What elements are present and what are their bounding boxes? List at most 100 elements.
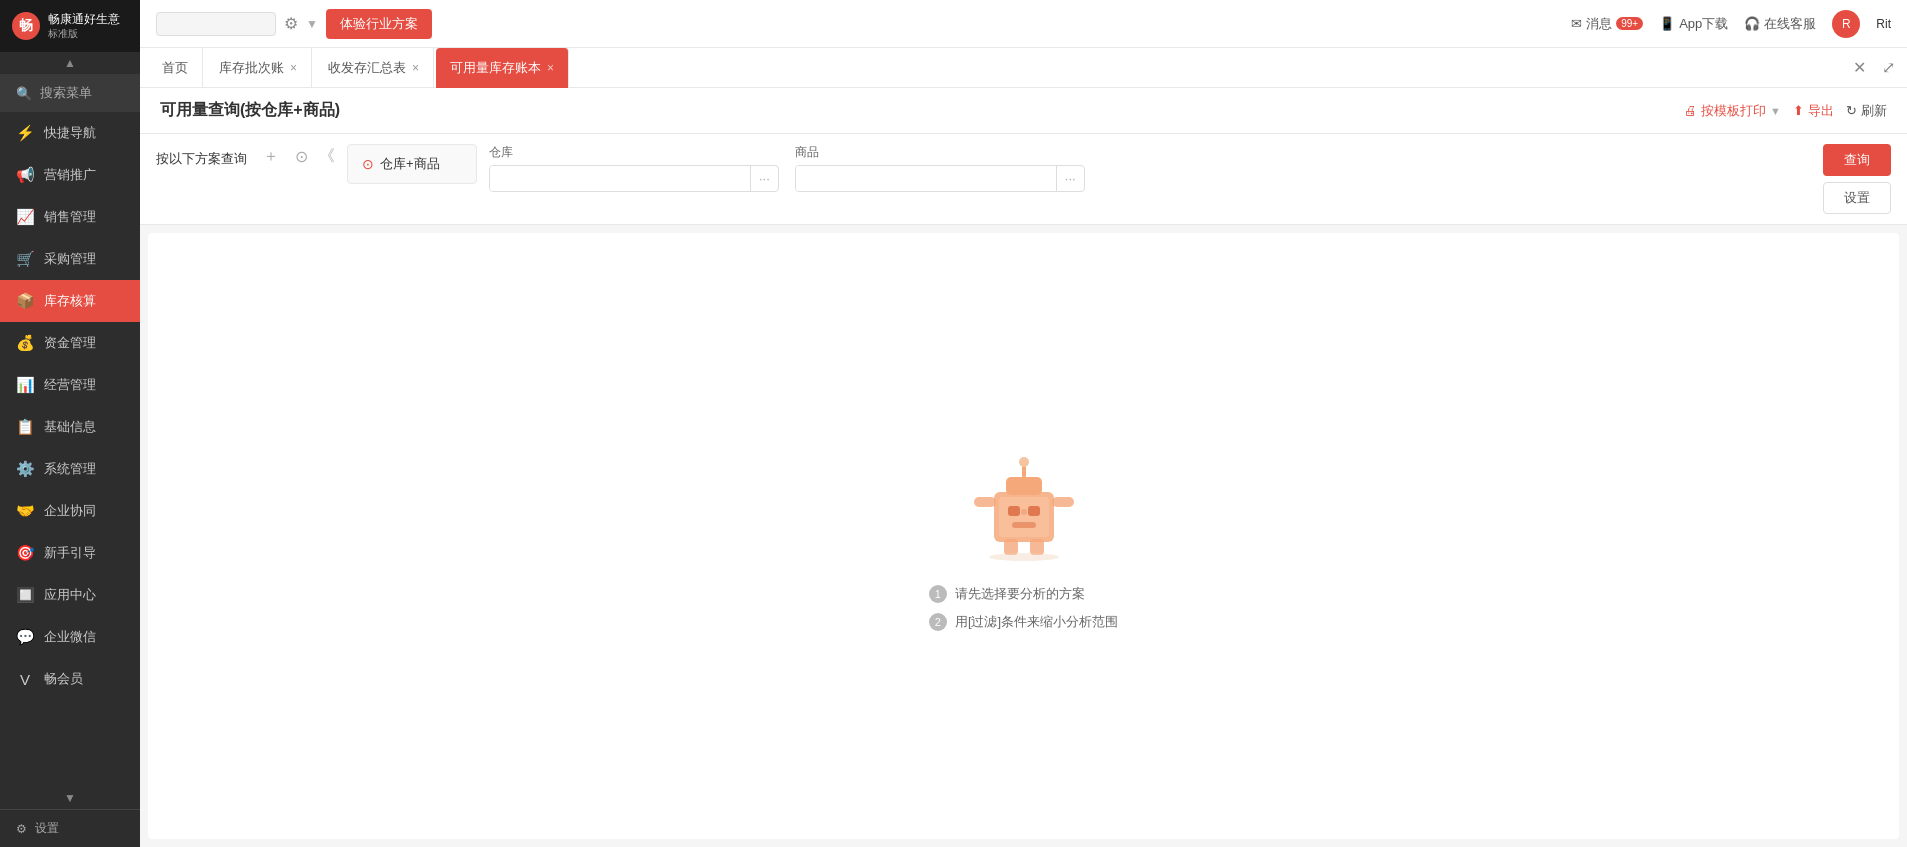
sidebar-footer[interactable]: ⚙ 设置 <box>0 809 140 847</box>
sidebar-item-guide[interactable]: 🎯 新手引导 <box>0 532 140 574</box>
goods-input[interactable] <box>796 166 1056 191</box>
page-header-actions: 🖨 按模板打印 ▼ ⬆ 导出 ↻ 刷新 <box>1684 102 1887 120</box>
sidebar-item-purchase[interactable]: 🛒 采购管理 <box>0 238 140 280</box>
sidebar-item-label: 企业微信 <box>44 628 96 646</box>
warehouse-field-label: 仓库 <box>489 144 779 161</box>
tab-batch-ledger-close[interactable]: × <box>290 62 297 74</box>
tab-batch-ledger[interactable]: 库存批次账 × <box>205 48 312 88</box>
refresh-button[interactable]: ↻ 刷新 <box>1846 102 1887 120</box>
filter-settings-button[interactable]: 设置 <box>1823 182 1891 214</box>
sidebar-header: 畅 畅康通好生意 标准版 <box>0 0 140 52</box>
tab-available-ledger-close[interactable]: × <box>547 62 554 74</box>
message-button[interactable]: ✉ 消息 99+ <box>1571 15 1643 33</box>
filter-label: 按以下方案查询 <box>156 144 247 168</box>
sidebar-item-label: 应用中心 <box>44 586 96 604</box>
filter-scheme-panel: ⊙ 仓库+商品 <box>347 144 477 184</box>
breadcrumb-input[interactable] <box>156 12 276 36</box>
sidebar-item-label: 畅会员 <box>44 670 83 688</box>
close-all-tabs-button[interactable]: ✕ <box>1849 54 1870 81</box>
sidebar-item-enterprise[interactable]: 🤝 企业协同 <box>0 490 140 532</box>
print-label: 按模板打印 <box>1701 102 1766 120</box>
enterprise-icon: 🤝 <box>16 502 34 520</box>
goods-field: 商品 ··· <box>795 144 1085 192</box>
warehouse-more-button[interactable]: ··· <box>750 166 778 191</box>
sidebar-item-app-center[interactable]: 🔲 应用中心 <box>0 574 140 616</box>
warehouse-field: 仓库 ··· <box>489 144 779 192</box>
sidebar: 畅 畅康通好生意 标准版 ▲ 🔍 搜索菜单 ⚡ 快捷导航 📢 营销推广 📈 销售… <box>0 0 140 847</box>
expand-tab-button[interactable]: ⤢ <box>1878 54 1899 81</box>
scheme-item-warehouse-goods[interactable]: ⊙ 仓库+商品 <box>356 151 468 177</box>
add-scheme-button[interactable]: ＋ <box>259 144 283 168</box>
search-icon: 🔍 <box>16 86 32 101</box>
sidebar-footer-label: 设置 <box>35 820 59 837</box>
settings-icon: ⚙ <box>16 822 27 836</box>
user-name[interactable]: Rit <box>1876 17 1891 31</box>
query-button[interactable]: 查询 <box>1823 144 1891 176</box>
svg-rect-1 <box>999 497 1049 537</box>
sidebar-item-member[interactable]: V 畅会员 <box>0 658 140 700</box>
tab-receive-summary-close[interactable]: × <box>412 62 419 74</box>
filter-area: 按以下方案查询 ＋ ⊙ 《 ⊙ 仓库+商品 仓库 <box>140 134 1907 225</box>
tab-receive-summary[interactable]: 收发存汇总表 × <box>314 48 434 88</box>
tab-available-ledger[interactable]: 可用量库存账本 × <box>436 48 569 88</box>
hint-num-2: 2 <box>929 613 947 631</box>
sidebar-search[interactable]: 🔍 搜索菜单 <box>0 74 140 112</box>
sidebar-scroll-up[interactable]: ▲ <box>0 52 140 74</box>
sidebar-item-label: 快捷导航 <box>44 124 96 142</box>
sidebar-scroll-down[interactable]: ▼ <box>0 787 140 809</box>
sidebar-item-label: 采购管理 <box>44 250 96 268</box>
app-download-button[interactable]: 📱 App下载 <box>1659 15 1728 33</box>
content-area: 可用量查询(按仓库+商品) 🖨 按模板打印 ▼ ⬆ 导出 ↻ 刷新 按以下方案 <box>140 88 1907 847</box>
goods-input-wrapper: ··· <box>795 165 1085 192</box>
basic-icon: 📋 <box>16 418 34 436</box>
avatar-initial: R <box>1842 17 1851 31</box>
sidebar-item-wechat[interactable]: 💬 企业微信 <box>0 616 140 658</box>
svg-point-7 <box>1019 457 1029 467</box>
sidebar-item-operation[interactable]: 📊 经营管理 <box>0 364 140 406</box>
print-button[interactable]: 🖨 按模板打印 ▼ <box>1684 102 1781 120</box>
svg-rect-5 <box>1006 477 1042 495</box>
inventory-icon: 📦 <box>16 292 34 310</box>
finance-icon: 💰 <box>16 334 34 352</box>
page-title: 可用量查询(按仓库+商品) <box>160 100 340 121</box>
sidebar-item-label: 基础信息 <box>44 418 96 436</box>
app-version: 标准版 <box>48 27 120 41</box>
tabs-bar: 首页 库存批次账 × 收发存汇总表 × 可用量库存账本 × ✕ ⤢ <box>140 48 1907 88</box>
sidebar-item-basic[interactable]: 📋 基础信息 <box>0 406 140 448</box>
sidebar-item-inventory[interactable]: 📦 库存核算 <box>0 280 140 322</box>
edit-scheme-button[interactable]: ⊙ <box>289 144 313 168</box>
message-icon: ✉ <box>1571 16 1582 31</box>
svg-rect-11 <box>1030 539 1044 555</box>
sidebar-menu: 🔍 搜索菜单 ⚡ 快捷导航 📢 营销推广 📈 销售管理 🛒 采购管理 📦 库存核… <box>0 74 140 787</box>
sidebar-item-label: 系统管理 <box>44 460 96 478</box>
avatar[interactable]: R <box>1832 10 1860 38</box>
service-icon: 🎧 <box>1744 16 1760 31</box>
goods-more-button[interactable]: ··· <box>1056 166 1084 191</box>
empty-text: 1 请先选择要分析的方案 2 用[过滤]条件来缩小分析范围 <box>929 585 1118 631</box>
member-icon: V <box>16 670 34 688</box>
hint-text-1: 请先选择要分析的方案 <box>955 585 1085 603</box>
tab-batch-ledger-label: 库存批次账 <box>219 59 284 77</box>
top-bar: ⚙ ▼ 体验行业方案 ✉ 消息 99+ 📱 App下载 🎧 在线客服 R Rit <box>140 0 1907 48</box>
settings-gear-button[interactable]: ⚙ <box>284 14 298 33</box>
sidebar-item-marketing[interactable]: 📢 营销推广 <box>0 154 140 196</box>
marketing-icon: 📢 <box>16 166 34 184</box>
tab-home[interactable]: 首页 <box>148 48 203 88</box>
app-download-label: App下载 <box>1679 15 1728 33</box>
sidebar-item-sales[interactable]: 📈 销售管理 <box>0 196 140 238</box>
sidebar-item-label: 库存核算 <box>44 292 96 310</box>
collapse-button[interactable]: 《 <box>319 146 335 167</box>
warehouse-input[interactable] <box>490 166 750 191</box>
export-button[interactable]: ⬆ 导出 <box>1793 102 1834 120</box>
scheme-icon: ⊙ <box>362 156 374 172</box>
empty-illustration <box>964 442 1084 565</box>
tab-home-label: 首页 <box>162 59 188 77</box>
svg-rect-3 <box>1028 506 1040 516</box>
sidebar-item-system[interactable]: ⚙️ 系统管理 <box>0 448 140 490</box>
industry-solution-button[interactable]: 体验行业方案 <box>326 9 432 39</box>
online-service-button[interactable]: 🎧 在线客服 <box>1744 15 1816 33</box>
sidebar-item-quick-nav[interactable]: ⚡ 快捷导航 <box>0 112 140 154</box>
sidebar-item-finance[interactable]: 💰 资金管理 <box>0 322 140 364</box>
quick-nav-icon: ⚡ <box>16 124 34 142</box>
print-dropdown-icon: ▼ <box>1770 105 1781 117</box>
